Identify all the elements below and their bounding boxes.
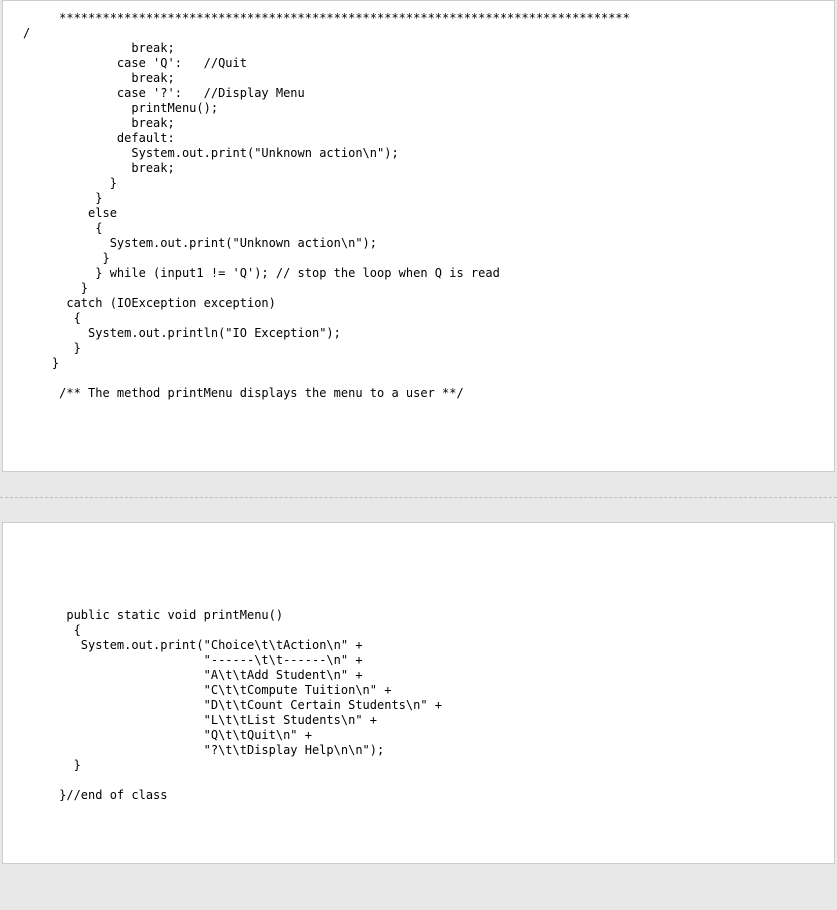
page-divider	[0, 472, 837, 522]
code-line: break;	[23, 41, 834, 56]
code-line: }	[23, 281, 834, 296]
code-line: {	[23, 623, 834, 638]
page-2: public static void printMenu() { System.…	[2, 522, 835, 864]
code-line	[23, 563, 834, 578]
code-line: "------\t\t------\n" +	[23, 653, 834, 668]
code-line: "L\t\tList Students\n" +	[23, 713, 834, 728]
code-line: /** The method printMenu displays the me…	[23, 386, 834, 401]
code-line	[23, 578, 834, 593]
code-line: break;	[23, 71, 834, 86]
code-line: System.out.print("Choice\t\tAction\n" +	[23, 638, 834, 653]
code-line: System.out.print("Unknown action\n");	[23, 236, 834, 251]
code-line: ****************************************…	[23, 11, 834, 26]
code-line	[23, 773, 834, 788]
code-line	[23, 371, 834, 386]
code-line: }	[23, 758, 834, 773]
code-line: break;	[23, 116, 834, 131]
code-line: "D\t\tCount Certain Students\n" +	[23, 698, 834, 713]
code-line: "?\t\tDisplay Help\n\n");	[23, 743, 834, 758]
code-line: System.out.print("Unknown action\n");	[23, 146, 834, 161]
code-line: break;	[23, 161, 834, 176]
code-block-1: ****************************************…	[3, 11, 834, 401]
divider-line	[0, 497, 837, 498]
code-line: }	[23, 356, 834, 371]
code-line: }//end of class	[23, 788, 834, 803]
code-line: printMenu();	[23, 101, 834, 116]
code-block-2: public static void printMenu() { System.…	[3, 533, 834, 803]
code-line: /	[23, 26, 834, 41]
code-line: "Q\t\tQuit\n" +	[23, 728, 834, 743]
code-line	[23, 548, 834, 563]
code-line: }	[23, 251, 834, 266]
code-line: {	[23, 221, 834, 236]
code-line: case '?': //Display Menu	[23, 86, 834, 101]
code-line: default:	[23, 131, 834, 146]
code-line	[23, 593, 834, 608]
code-line: } while (input1 != 'Q'); // stop the loo…	[23, 266, 834, 281]
page-1: ****************************************…	[2, 0, 835, 472]
code-line: case 'Q': //Quit	[23, 56, 834, 71]
code-line: "A\t\tAdd Student\n" +	[23, 668, 834, 683]
code-line: "C\t\tCompute Tuition\n" +	[23, 683, 834, 698]
code-line: public static void printMenu()	[23, 608, 834, 623]
code-line: else	[23, 206, 834, 221]
code-line: }	[23, 341, 834, 356]
code-line: catch (IOException exception)	[23, 296, 834, 311]
code-line	[23, 533, 834, 548]
code-line: }	[23, 176, 834, 191]
code-line: {	[23, 311, 834, 326]
code-line: System.out.println("IO Exception");	[23, 326, 834, 341]
code-line: }	[23, 191, 834, 206]
